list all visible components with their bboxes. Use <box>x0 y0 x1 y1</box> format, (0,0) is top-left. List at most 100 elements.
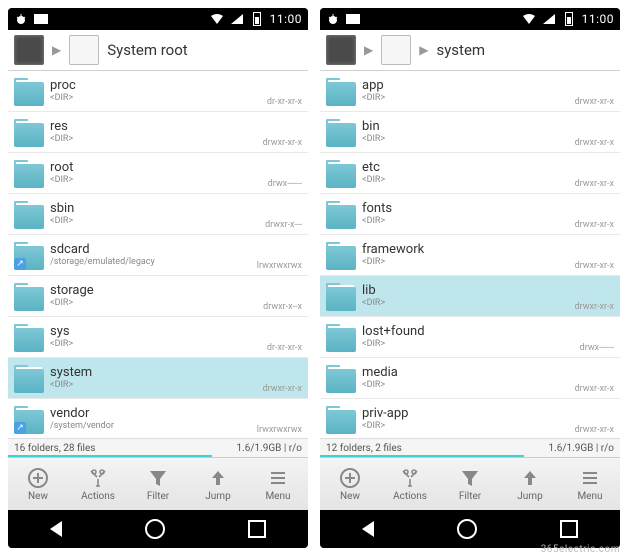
plus-icon <box>27 467 49 489</box>
signal-icon <box>230 12 244 26</box>
item-name: media <box>362 366 620 379</box>
list-item[interactable]: system<DIR>drwxr-xr-x <box>8 358 308 399</box>
clock: 11:00 <box>270 12 302 26</box>
chevron-right-icon: ▶ <box>419 43 428 57</box>
root-folder-icon[interactable] <box>381 35 411 65</box>
plus-icon <box>339 467 361 489</box>
item-permissions: lrwxrwxrwx <box>257 425 302 435</box>
breadcrumb-bar: ▶ ▶ system <box>320 30 620 71</box>
folder-icon <box>14 199 44 229</box>
battery-icon <box>250 12 264 26</box>
arrow-up-icon <box>519 467 541 489</box>
bottom-toolbar: New Actions Filter Jump Menu <box>320 457 620 510</box>
recents-button[interactable] <box>248 520 266 538</box>
item-name: lost+found <box>362 325 620 338</box>
list-item[interactable]: app<DIR>drwxr-xr-x <box>320 71 620 112</box>
item-permissions: drwxr-x--- <box>265 220 302 230</box>
wifi-icon <box>522 12 536 26</box>
android-nav-bar <box>320 510 620 548</box>
item-name: priv-app <box>362 407 620 420</box>
folder-icon: ↗ <box>14 404 44 434</box>
storage-device-icon[interactable] <box>326 35 356 65</box>
list-item[interactable]: sbin<DIR>drwxr-x--- <box>8 194 308 235</box>
actions-button[interactable]: Actions <box>380 458 440 510</box>
list-item[interactable]: lost+found<DIR>drwx------ <box>320 317 620 358</box>
watermark: 365electric.com <box>541 544 620 555</box>
list-item[interactable]: media<DIR>drwxr-xr-x <box>320 358 620 399</box>
back-button[interactable] <box>362 521 374 537</box>
list-item[interactable]: priv-app<DIR>drwxr-xr-x <box>320 399 620 438</box>
breadcrumb-label[interactable]: System root <box>107 41 187 59</box>
home-button[interactable] <box>457 519 477 539</box>
item-name: etc <box>362 161 620 174</box>
storage-device-icon[interactable] <box>14 35 44 65</box>
item-permissions: drwx------ <box>268 179 302 189</box>
android-status-bar: 11:00 <box>8 8 308 30</box>
summary-bar: 12 folders, 2 files 1.6/1.9GB | r/o <box>320 438 620 457</box>
folder-icon <box>14 76 44 106</box>
item-name: framework <box>362 243 620 256</box>
folder-icon <box>326 76 356 106</box>
storage-progress <box>320 455 524 457</box>
back-button[interactable] <box>50 521 62 537</box>
list-item[interactable]: bin<DIR>drwxr-xr-x <box>320 112 620 153</box>
debug-icon <box>14 12 28 26</box>
root-folder-icon[interactable] <box>69 35 99 65</box>
screenshot-right: 11:00 ▶ ▶ system app<DIR>drwxr-xr-xbin<D… <box>320 8 620 548</box>
item-name: system <box>50 366 308 379</box>
home-button[interactable] <box>145 519 165 539</box>
folder-icon <box>326 322 356 352</box>
breadcrumb-label[interactable]: system <box>436 41 485 59</box>
item-permissions: drwxr-xr-x <box>575 384 614 394</box>
screenshot-left: 11:00 ▶ System root proc<DIR>dr-xr-xr-xr… <box>8 8 308 548</box>
list-item[interactable]: fonts<DIR>drwxr-xr-x <box>320 194 620 235</box>
battery-icon <box>562 12 576 26</box>
android-status-bar: 11:00 <box>320 8 620 30</box>
recents-button[interactable] <box>560 520 578 538</box>
new-button[interactable]: New <box>320 458 380 510</box>
item-permissions: drwxr-xr-x <box>263 384 302 394</box>
folder-icon <box>14 158 44 188</box>
folder-icon <box>326 404 356 434</box>
new-button[interactable]: New <box>8 458 68 510</box>
folder-count: 16 folders, 28 files <box>14 443 95 454</box>
storage-usage: 1.6/1.9GB | r/o <box>236 443 302 454</box>
item-permissions: dr-xr-xr-x <box>267 343 302 353</box>
list-item[interactable]: root<DIR>drwx------ <box>8 153 308 194</box>
list-item[interactable]: res<DIR>drwxr-xr-x <box>8 112 308 153</box>
clock: 11:00 <box>582 12 614 26</box>
item-name: vendor <box>50 407 308 420</box>
list-item[interactable]: ↗sdcard/storage/emulated/legacylrwxrwxrw… <box>8 235 308 276</box>
filter-button[interactable]: Filter <box>440 458 500 510</box>
menu-button[interactable]: Menu <box>248 458 308 510</box>
filter-button[interactable]: Filter <box>128 458 188 510</box>
item-name: app <box>362 79 620 92</box>
list-item[interactable]: framework<DIR>drwxr-xr-x <box>320 235 620 276</box>
tools-icon <box>87 467 109 489</box>
folder-icon <box>326 240 356 270</box>
list-item[interactable]: ↗vendor/system/vendorlrwxrwxrwx <box>8 399 308 438</box>
menu-button[interactable]: Menu <box>560 458 620 510</box>
actions-button[interactable]: Actions <box>68 458 128 510</box>
item-permissions: drwxr-xr-x <box>575 179 614 189</box>
folder-icon <box>326 281 356 311</box>
jump-button[interactable]: Jump <box>188 458 248 510</box>
menu-icon <box>579 467 601 489</box>
item-name: storage <box>50 284 308 297</box>
breadcrumb-bar: ▶ System root <box>8 30 308 71</box>
list-item[interactable]: storage<DIR>drwxr-x--x <box>8 276 308 317</box>
list-item[interactable]: etc<DIR>drwxr-xr-x <box>320 153 620 194</box>
menu-icon <box>267 467 289 489</box>
summary-bar: 16 folders, 28 files 1.6/1.9GB | r/o <box>8 438 308 457</box>
item-permissions: drwxr-x--x <box>263 302 302 312</box>
shortcut-badge-icon: ↗ <box>14 422 26 434</box>
list-item[interactable]: lib<DIR>drwxr-xr-x <box>320 276 620 317</box>
folder-icon <box>326 363 356 393</box>
jump-button[interactable]: Jump <box>500 458 560 510</box>
folder-icon <box>326 158 356 188</box>
file-list[interactable]: proc<DIR>dr-xr-xr-xres<DIR>drwxr-xr-xroo… <box>8 71 308 438</box>
gmail-icon <box>34 12 48 26</box>
file-list[interactable]: app<DIR>drwxr-xr-xbin<DIR>drwxr-xr-xetc<… <box>320 71 620 438</box>
list-item[interactable]: sys<DIR>dr-xr-xr-x <box>8 317 308 358</box>
list-item[interactable]: proc<DIR>dr-xr-xr-x <box>8 71 308 112</box>
